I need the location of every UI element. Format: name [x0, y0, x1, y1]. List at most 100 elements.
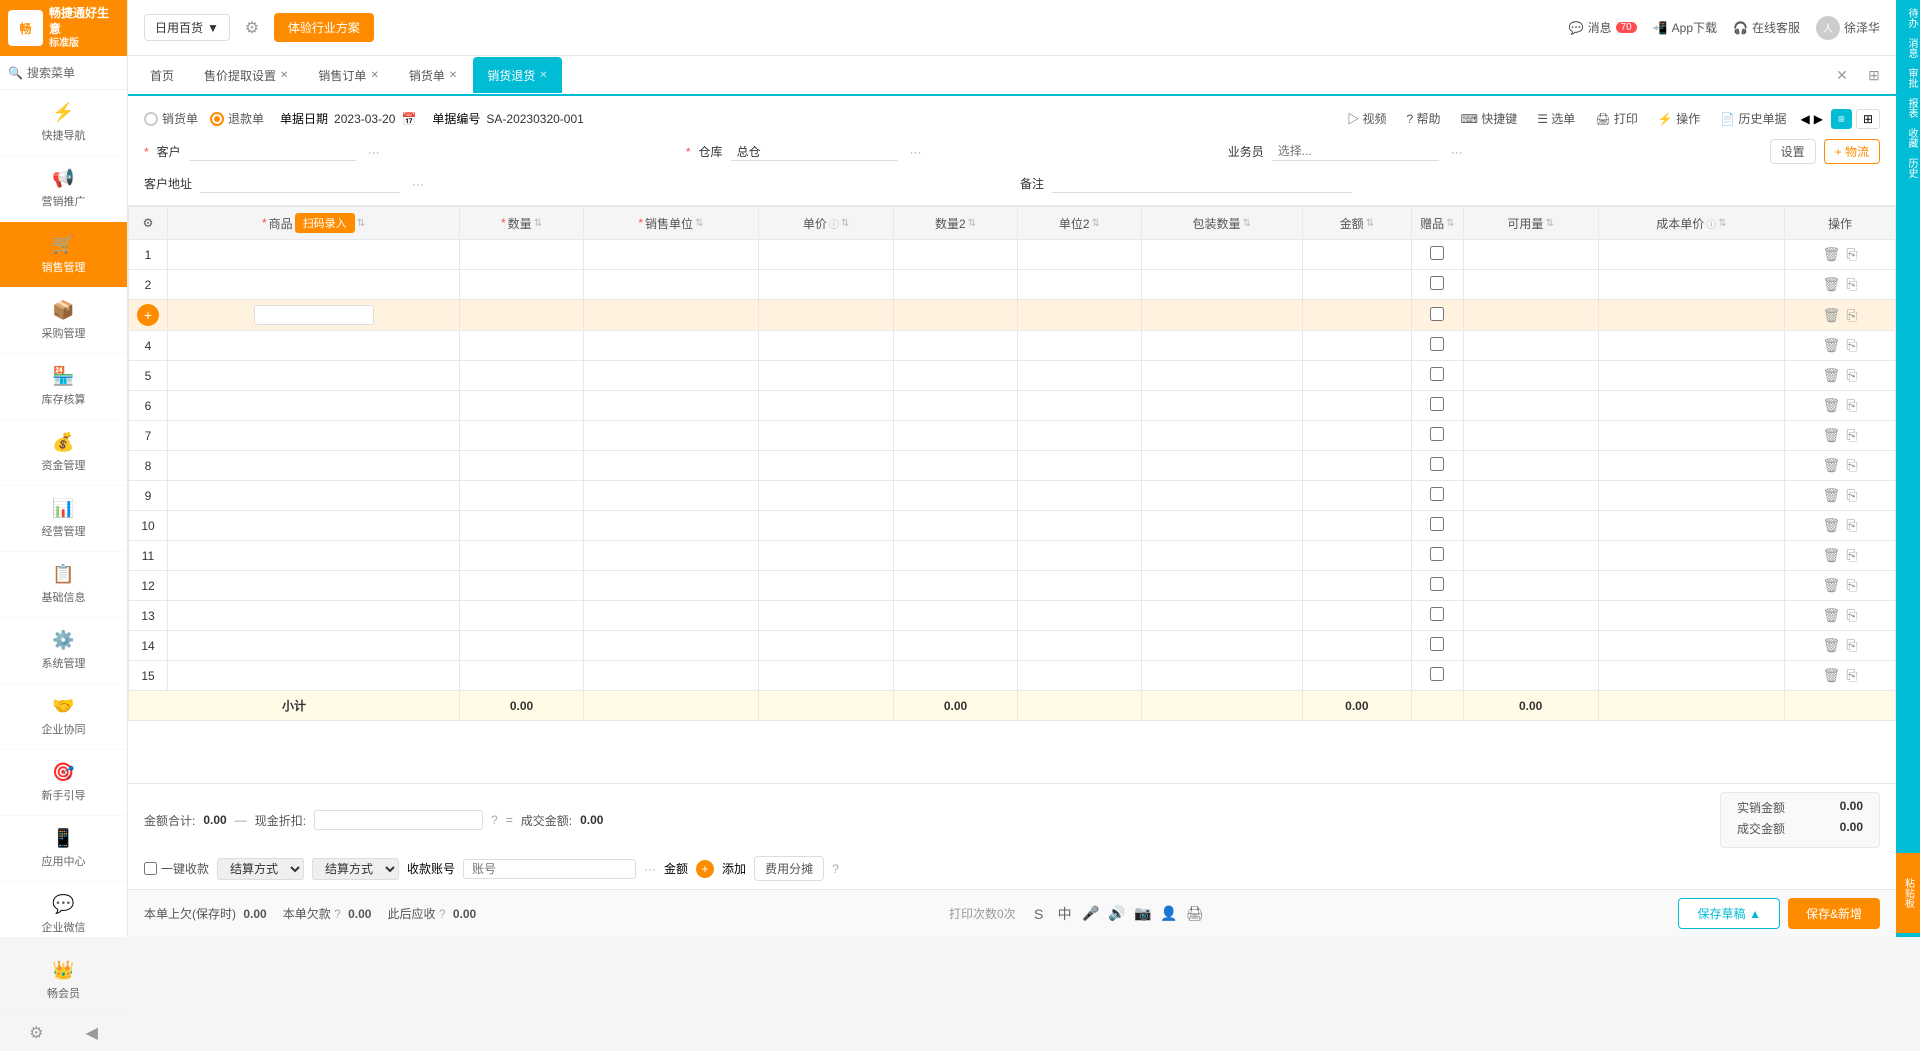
copy-row-icon[interactable]: ⎘	[1846, 667, 1857, 684]
experience-button[interactable]: 体验行业方案	[274, 13, 374, 42]
tab-price-setting[interactable]: 售价提取设置 ✕	[190, 57, 302, 93]
tab-sales-return[interactable]: 销货退货 ✕	[473, 57, 561, 93]
prev-page-icon[interactable]: ◀	[1800, 112, 1809, 126]
customer-input[interactable]	[189, 142, 356, 161]
sort-icon[interactable]: ⇅	[695, 218, 703, 229]
gift-checkbox[interactable]	[1430, 397, 1444, 411]
copy-row-icon[interactable]: ⎘	[1846, 337, 1857, 354]
delete-row-icon[interactable]: 🗑	[1823, 246, 1841, 263]
delete-row-icon[interactable]: 🗑	[1823, 397, 1841, 414]
salesperson-input[interactable]	[1272, 142, 1439, 161]
tab-home[interactable]: 首页	[136, 57, 188, 93]
salesperson-select-icon[interactable]: ···	[1451, 145, 1463, 159]
set-button[interactable]: 设置	[1770, 139, 1816, 164]
right-panel-history[interactable]: 历史	[1897, 154, 1919, 182]
collapse-icon[interactable]: ◀	[86, 1023, 98, 1043]
sort-icon[interactable]: ⇅	[1446, 218, 1454, 229]
tab-sales-slip[interactable]: 销货单 ✕	[395, 57, 471, 93]
list-view-btn[interactable]: ⊞	[1856, 109, 1880, 129]
copy-row-icon[interactable]: ⎘	[1846, 547, 1857, 564]
radio-return-slip[interactable]: 退款单	[210, 110, 264, 127]
copy-row-icon[interactable]: ⎘	[1846, 367, 1857, 384]
next-page-icon[interactable]: ▶	[1814, 112, 1823, 126]
sidebar-item-marketing[interactable]: 📢 营销推广	[0, 156, 127, 222]
sort-icon[interactable]: ⇅	[968, 218, 976, 229]
copy-row-icon[interactable]: ⎘	[1846, 457, 1857, 474]
warehouse-select-icon[interactable]: ···	[910, 145, 922, 159]
online-service-button[interactable]: 🎧 在线客服	[1733, 19, 1800, 36]
gift-checkbox[interactable]	[1430, 427, 1444, 441]
sort-icon[interactable]: ⇅	[841, 218, 849, 229]
delete-row-icon[interactable]: 🗑	[1823, 307, 1841, 324]
toolbar-history-btn[interactable]: 📄 历史单据	[1714, 108, 1792, 129]
sidebar-item-sales[interactable]: 🛒 销售管理	[0, 222, 127, 288]
tool-icon-2[interactable]: 中	[1054, 903, 1076, 925]
sidebar-item-purchase[interactable]: 📦 采购管理	[0, 288, 127, 354]
gift-checkbox[interactable]	[1430, 517, 1444, 531]
gift-checkbox[interactable]	[1430, 246, 1444, 260]
delete-row-icon[interactable]: 🗑	[1823, 577, 1841, 594]
customer-select-icon[interactable]: ···	[368, 145, 380, 159]
sidebar-item-quick-nav[interactable]: ⚡ 快捷导航	[0, 90, 127, 156]
copy-row-icon[interactable]: ⎘	[1846, 517, 1857, 534]
sidebar-item-member[interactable]: 👑 畅会员	[0, 948, 127, 1014]
gift-checkbox[interactable]	[1430, 547, 1444, 561]
toolbar-select-btn[interactable]: ☰ 选单	[1531, 108, 1581, 129]
delete-row-icon[interactable]: 🗑	[1823, 487, 1841, 504]
sidebar-item-operations[interactable]: 📊 经营管理	[0, 486, 127, 552]
tool-icon-7[interactable]: 🖨	[1184, 903, 1206, 925]
add-logistics-button[interactable]: + 物流	[1824, 139, 1880, 164]
delete-row-icon[interactable]: 🗑	[1823, 276, 1841, 293]
right-panel-paste[interactable]: 粘贴板	[1896, 853, 1920, 933]
sidebar-item-wechat[interactable]: 💬 企业微信	[0, 882, 127, 948]
toolbar-help-btn[interactable]: ? 帮助	[1401, 108, 1447, 129]
copy-row-icon[interactable]: ⎘	[1846, 487, 1857, 504]
save-new-button[interactable]: 保存&新增	[1788, 898, 1880, 929]
fee-split-button[interactable]: 费用分摊	[754, 856, 824, 881]
add-row-button[interactable]: +	[137, 304, 159, 326]
sort-icon[interactable]: ⇅	[534, 218, 542, 229]
daily-category-select[interactable]: 日用百货 ▼	[144, 14, 230, 41]
fee-help-icon[interactable]: ?	[832, 862, 839, 876]
right-panel-message[interactable]: 消息	[1897, 34, 1919, 62]
sort-icon[interactable]: ⇅	[1718, 218, 1726, 229]
delete-row-icon[interactable]: 🗑	[1823, 517, 1841, 534]
sort-icon[interactable]: ⇅	[357, 218, 365, 229]
gift-checkbox[interactable]	[1430, 607, 1444, 621]
right-panel-report[interactable]: 报表	[1897, 94, 1919, 122]
tool-icon-1[interactable]: S	[1028, 903, 1050, 925]
app-download-button[interactable]: 📲 App下载	[1653, 19, 1717, 36]
delete-row-icon[interactable]: 🗑	[1823, 367, 1841, 384]
right-panel-favorite[interactable]: 收藏	[1897, 124, 1919, 152]
help-icon[interactable]: ?	[334, 907, 341, 921]
gift-checkbox[interactable]	[1430, 307, 1444, 321]
help-icon[interactable]: ?	[439, 907, 446, 921]
tab-sales-order[interactable]: 销售订单 ✕	[304, 57, 392, 93]
gift-checkbox[interactable]	[1430, 667, 1444, 681]
right-panel-approval[interactable]: 审批	[1897, 64, 1919, 92]
tool-icon-4[interactable]: 🔊	[1106, 903, 1128, 925]
warehouse-input[interactable]	[731, 142, 898, 161]
sidebar-item-app-center[interactable]: 📱 应用中心	[0, 816, 127, 882]
copy-row-icon[interactable]: ⎘	[1846, 276, 1857, 293]
save-draft-button[interactable]: 保存草稿 ▲	[1678, 898, 1780, 929]
scan-input-button[interactable]: 扫码录入	[295, 213, 355, 233]
right-panel-todo[interactable]: 待办	[1897, 4, 1919, 32]
info-icon[interactable]: ⓘ	[829, 216, 839, 231]
sidebar-item-finance[interactable]: 💰 资金管理	[0, 420, 127, 486]
address-input[interactable]	[200, 174, 400, 193]
radio-sales-slip[interactable]: 销货单	[144, 110, 198, 127]
delete-row-icon[interactable]: 🗑	[1823, 337, 1841, 354]
sort-icon[interactable]: ⇅	[1242, 218, 1250, 229]
toolbar-shortcut-btn[interactable]: ⌨ 快捷键	[1455, 108, 1524, 129]
discount-input[interactable]	[314, 810, 483, 830]
sidebar-item-inventory[interactable]: 🏪 库存核算	[0, 354, 127, 420]
delete-row-icon[interactable]: 🗑	[1823, 667, 1841, 684]
delete-row-icon[interactable]: 🗑	[1823, 457, 1841, 474]
sidebar-item-basic-info[interactable]: 📋 基础信息	[0, 552, 127, 618]
sidebar-item-new-guide[interactable]: 🎯 新手引导	[0, 750, 127, 816]
delete-row-icon[interactable]: 🗑	[1823, 637, 1841, 654]
tab-close-icon[interactable]: ✕	[449, 70, 457, 81]
gift-checkbox[interactable]	[1430, 487, 1444, 501]
close-tab-button[interactable]: ✕	[1828, 61, 1856, 89]
